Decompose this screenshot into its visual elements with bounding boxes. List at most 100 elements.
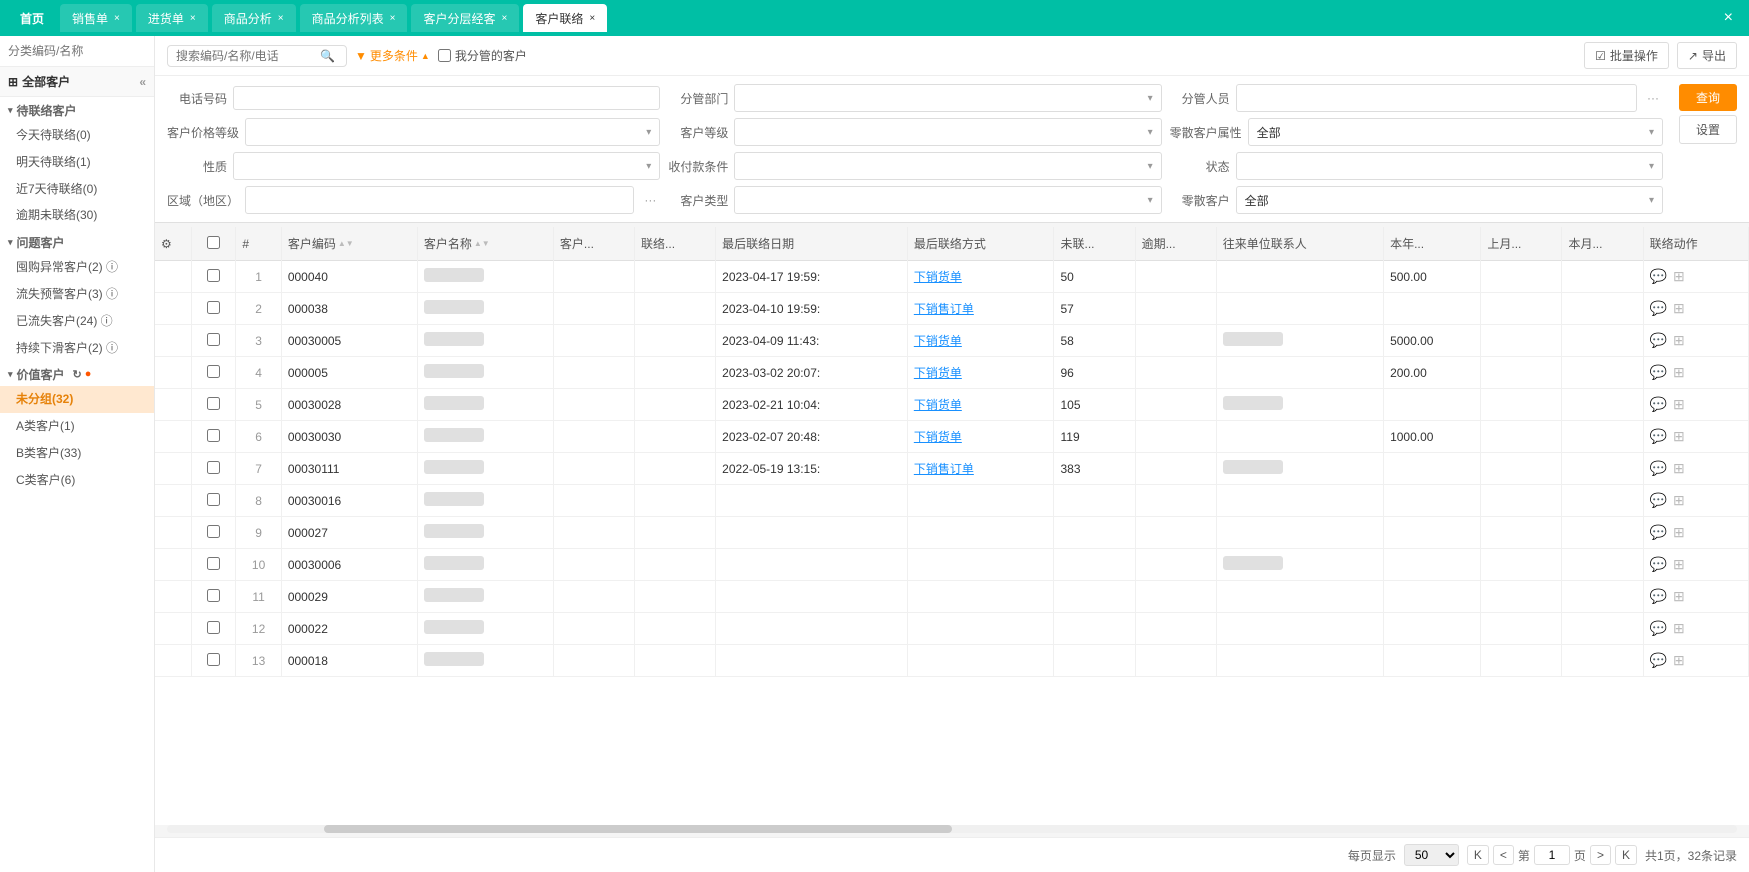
- action-grid-icon[interactable]: ⊞: [1673, 556, 1685, 573]
- sidebar-item-ungraded[interactable]: 未分组(32): [0, 386, 154, 413]
- tab-customer-contact-close[interactable]: ×: [589, 13, 595, 24]
- row-checkbox-cell[interactable]: [191, 325, 236, 357]
- settings-icon[interactable]: ⚙: [161, 237, 172, 251]
- sidebar-item-lost[interactable]: 已流失客户(24) ⓘ: [0, 308, 154, 335]
- action-grid-icon[interactable]: ⊞: [1673, 492, 1685, 509]
- action-chat-icon[interactable]: 💬: [1650, 652, 1667, 669]
- row-checkbox[interactable]: [207, 653, 220, 666]
- action-grid-icon[interactable]: ⊞: [1673, 364, 1685, 381]
- sidebar-item-overdue[interactable]: 逾期未联络(30): [0, 202, 154, 229]
- sidebar-item-today[interactable]: 今天待联络(0): [0, 122, 154, 149]
- tab-goods-analysis-close[interactable]: ×: [278, 13, 284, 24]
- row-checkbox[interactable]: [207, 461, 220, 474]
- filter-region-select[interactable]: [245, 186, 634, 214]
- row-last-method-link[interactable]: 下销货单: [914, 270, 962, 284]
- action-chat-icon[interactable]: 💬: [1650, 268, 1667, 285]
- tab-customer-segment-close[interactable]: ×: [501, 13, 507, 24]
- collapse-icon[interactable]: «: [139, 75, 146, 89]
- filter-payment-select[interactable]: ▾: [734, 152, 1161, 180]
- row-checkbox[interactable]: [207, 301, 220, 314]
- query-button[interactable]: 查询: [1679, 84, 1737, 111]
- page-number-input[interactable]: [1534, 845, 1570, 865]
- tab-goods-analysis-list-close[interactable]: ×: [390, 13, 396, 24]
- row-checkbox-cell[interactable]: [191, 485, 236, 517]
- row-last-method-link[interactable]: 下销货单: [914, 334, 962, 348]
- row-last-method-cell[interactable]: 下销货单: [907, 421, 1054, 453]
- filter-region-dots[interactable]: ···: [644, 193, 656, 207]
- row-last-method-link[interactable]: 下销售订单: [914, 302, 974, 316]
- row-last-method-cell[interactable]: [907, 613, 1054, 645]
- action-chat-icon[interactable]: 💬: [1650, 556, 1667, 573]
- tab-goods-analysis-list[interactable]: 商品分析列表 ×: [300, 4, 408, 32]
- row-checkbox[interactable]: [207, 493, 220, 506]
- tab-customer-contact[interactable]: 客户联络 ×: [523, 4, 607, 32]
- filter-sparse-customer-select[interactable]: 全部 ▾: [1236, 186, 1663, 214]
- action-grid-icon[interactable]: ⊞: [1673, 268, 1685, 285]
- row-last-method-cell[interactable]: 下销售订单: [907, 453, 1054, 485]
- row-checkbox[interactable]: [207, 525, 220, 538]
- row-checkbox[interactable]: [207, 333, 220, 346]
- batch-ops-button[interactable]: ☑ 批量操作: [1584, 42, 1669, 69]
- col-select-all[interactable]: [191, 227, 236, 261]
- col-code-sort[interactable]: ▲▼: [338, 240, 354, 248]
- tab-sales-close[interactable]: ×: [114, 13, 120, 24]
- col-settings[interactable]: ⚙: [155, 227, 191, 261]
- action-chat-icon[interactable]: 💬: [1650, 524, 1667, 541]
- refresh-icon[interactable]: ↻: [73, 368, 82, 381]
- row-checkbox[interactable]: [207, 365, 220, 378]
- row-checkbox-cell[interactable]: [191, 261, 236, 293]
- row-checkbox[interactable]: [207, 429, 220, 442]
- my-customers-checkbox[interactable]: [438, 49, 451, 62]
- tab-customer-segment[interactable]: 客户分层经客 ×: [411, 4, 519, 32]
- row-checkbox[interactable]: [207, 269, 220, 282]
- col-name[interactable]: 客户名称 ▲▼: [417, 227, 553, 261]
- sidebar-group-problem[interactable]: ▾ 问题客户: [0, 229, 154, 254]
- filter-person-select[interactable]: [1236, 84, 1637, 112]
- row-checkbox-cell[interactable]: [191, 357, 236, 389]
- filter-sparse-attr-select[interactable]: 全部 ▾: [1248, 118, 1663, 146]
- all-customers-header[interactable]: ⊞ 全部客户 «: [0, 67, 154, 97]
- action-chat-icon[interactable]: 💬: [1650, 620, 1667, 637]
- action-chat-icon[interactable]: 💬: [1650, 364, 1667, 381]
- my-customers-checkbox-wrap[interactable]: 我分管的客户: [438, 47, 527, 64]
- row-checkbox-cell[interactable]: [191, 421, 236, 453]
- sidebar-item-abnormal[interactable]: 囤购异常客户(2) ⓘ: [0, 254, 154, 281]
- next-page-button[interactable]: >: [1590, 845, 1611, 865]
- reset-button[interactable]: 设置: [1679, 115, 1737, 144]
- sidebar-item-a-class[interactable]: A类客户(1): [0, 413, 154, 440]
- export-button[interactable]: ↗ 导出: [1677, 42, 1737, 69]
- filter-person-dots[interactable]: ···: [1647, 91, 1659, 105]
- action-grid-icon[interactable]: ⊞: [1673, 620, 1685, 637]
- sidebar-item-tomorrow[interactable]: 明天待联络(1): [0, 149, 154, 176]
- row-last-method-cell[interactable]: 下销货单: [907, 261, 1054, 293]
- row-checkbox[interactable]: [207, 621, 220, 634]
- row-checkbox-cell[interactable]: [191, 549, 236, 581]
- sidebar-item-c-class[interactable]: C类客户(6): [0, 467, 154, 494]
- row-checkbox-cell[interactable]: [191, 613, 236, 645]
- prev-page-button[interactable]: <: [1493, 845, 1514, 865]
- row-checkbox[interactable]: [207, 557, 220, 570]
- sidebar-group-value[interactable]: ▾ 价值客户 ↻ ●: [0, 361, 154, 386]
- row-last-method-cell[interactable]: [907, 485, 1054, 517]
- filter-customer-type-select[interactable]: ▾: [734, 186, 1161, 214]
- row-last-method-link[interactable]: 下销货单: [914, 366, 962, 380]
- row-checkbox-cell[interactable]: [191, 517, 236, 549]
- tab-goods-analysis[interactable]: 商品分析 ×: [212, 4, 296, 32]
- search-input[interactable]: [176, 49, 316, 63]
- tab-purchase-close[interactable]: ×: [190, 13, 196, 24]
- sidebar-item-declining[interactable]: 持续下滑客户(2) ⓘ: [0, 335, 154, 362]
- row-last-method-cell[interactable]: [907, 645, 1054, 677]
- row-checkbox-cell[interactable]: [191, 453, 236, 485]
- action-grid-icon[interactable]: ⊞: [1673, 652, 1685, 669]
- row-last-method-cell[interactable]: 下销售订单: [907, 293, 1054, 325]
- action-chat-icon[interactable]: 💬: [1650, 428, 1667, 445]
- action-grid-icon[interactable]: ⊞: [1673, 460, 1685, 477]
- sidebar-item-week[interactable]: 近7天待联络(0): [0, 176, 154, 203]
- sidebar-group-pending[interactable]: ▾ 待联络客户: [0, 97, 154, 122]
- row-last-method-link[interactable]: 下销货单: [914, 430, 962, 444]
- row-last-method-cell[interactable]: [907, 549, 1054, 581]
- action-grid-icon[interactable]: ⊞: [1673, 428, 1685, 445]
- page-size-select[interactable]: 50 100 200: [1404, 844, 1459, 866]
- row-last-method-cell[interactable]: 下销货单: [907, 325, 1054, 357]
- horizontal-scrollbar[interactable]: [167, 825, 1737, 833]
